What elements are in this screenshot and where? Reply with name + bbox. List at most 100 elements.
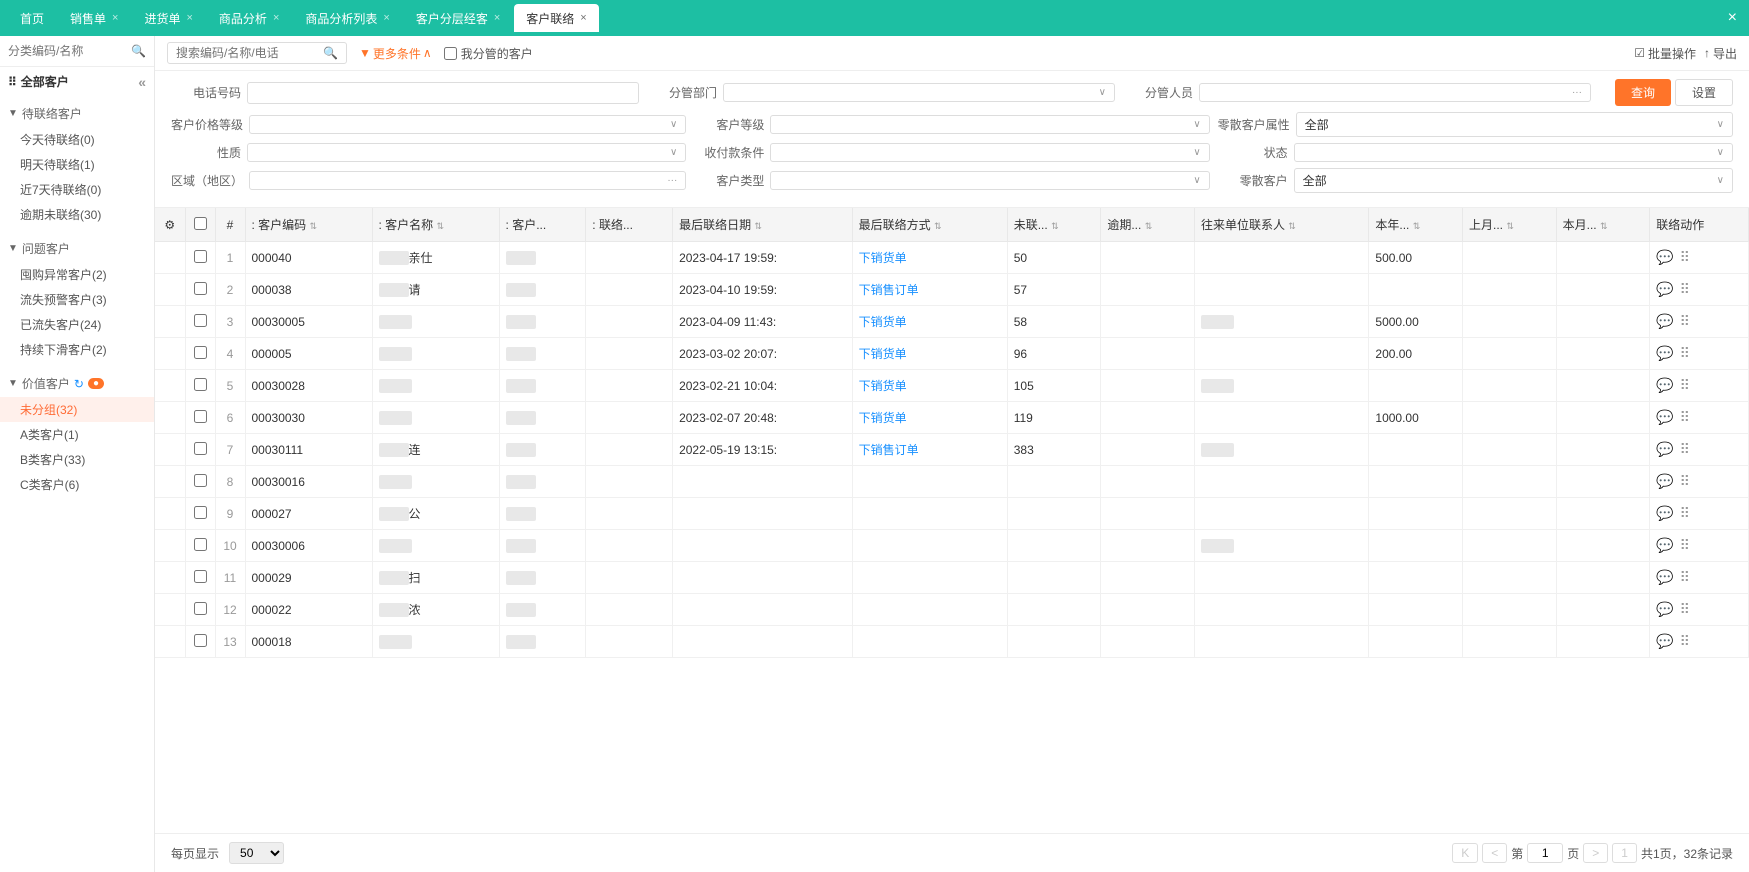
th-type[interactable]: : 客户... [499, 208, 586, 242]
sidebar-search-input[interactable] [8, 44, 127, 58]
sidebar-item-churned[interactable]: 已流失客户(24) [0, 312, 154, 337]
th-no-contact[interactable]: 未联... ⇅ [1007, 208, 1101, 242]
query-button[interactable]: 查询 [1615, 79, 1671, 106]
chat-icon-3[interactable]: 💬 [1656, 345, 1673, 362]
more-icon-5[interactable]: ⠿ [1680, 409, 1690, 426]
th-overdue[interactable]: 逾期... ⇅ [1101, 208, 1195, 242]
tab-customer-contact[interactable]: 客户联络 × [514, 4, 598, 32]
customer-level-select[interactable]: ∨ [770, 115, 1209, 134]
contact-method-link-0[interactable]: 下销货单 [859, 251, 907, 265]
th-this-year[interactable]: 本年... ⇅ [1369, 208, 1463, 242]
chat-icon-4[interactable]: 💬 [1656, 377, 1673, 394]
sidebar-item-tomorrow[interactable]: 明天待联络(1) [0, 152, 154, 177]
more-icon-2[interactable]: ⠿ [1680, 313, 1690, 330]
th-contact[interactable]: : 联络... [586, 208, 673, 242]
manager-input[interactable]: ··· [1199, 83, 1591, 102]
row-check-11[interactable] [194, 602, 207, 615]
batch-op-btn[interactable]: ☑ 批量操作 [1634, 45, 1696, 62]
chat-icon-10[interactable]: 💬 [1656, 569, 1673, 586]
scattered-attr-select[interactable]: 全部 ∨ [1296, 112, 1733, 137]
pending-contact-header[interactable]: ▼ 待联络客户 [0, 100, 154, 127]
row-check-2[interactable] [194, 314, 207, 327]
more-icon-10[interactable]: ⠿ [1680, 569, 1690, 586]
row-check-5[interactable] [194, 410, 207, 423]
contact-method-link-2[interactable]: 下销货单 [859, 315, 907, 329]
row-check-12[interactable] [194, 634, 207, 647]
nature-select[interactable]: ∨ [247, 143, 686, 162]
more-icon-4[interactable]: ⠿ [1680, 377, 1690, 394]
region-select[interactable]: ··· [249, 171, 686, 190]
sidebar-item-overdue[interactable]: 逾期未联络(30) [0, 202, 154, 227]
sidebar-item-churn-warning[interactable]: 流失预警客户(3) [0, 287, 154, 312]
refresh-icon[interactable]: ↻ [74, 377, 84, 391]
sidebar-item-declining[interactable]: 持续下滑客户(2) [0, 337, 154, 362]
filter-search-icon[interactable]: 🔍 [323, 46, 338, 60]
my-customers-checkbox[interactable]: 我分管的客户 [444, 45, 533, 62]
sidebar-all-customers[interactable]: ⠿ 全部客户 « [0, 67, 154, 96]
customer-type-select[interactable]: ∨ [770, 171, 1209, 190]
export-btn[interactable]: ↑ 导出 [1704, 45, 1737, 62]
my-customers-checkbox-input[interactable] [444, 47, 457, 60]
more-conditions-btn[interactable]: ▼ 更多条件 ∧ [359, 45, 432, 62]
close-product-analysis-tab[interactable]: × [273, 12, 279, 24]
sidebar-item-b-class[interactable]: B类客户(33) [0, 447, 154, 472]
tab-product-analysis[interactable]: 商品分析 × [207, 4, 291, 32]
contact-method-link-6[interactable]: 下销售订单 [859, 443, 919, 457]
th-last-month[interactable]: 上月... ⇅ [1463, 208, 1557, 242]
close-all-tabs[interactable]: × [1716, 9, 1749, 27]
sidebar-item-7days[interactable]: 近7天待联络(0) [0, 177, 154, 202]
chat-icon-11[interactable]: 💬 [1656, 601, 1673, 618]
settings-icon[interactable]: ⚙ [164, 218, 175, 232]
row-check-4[interactable] [194, 378, 207, 391]
tab-home[interactable]: 首页 [8, 4, 56, 32]
tab-product-analysis-list[interactable]: 商品分析列表 × [293, 4, 401, 32]
chat-icon-6[interactable]: 💬 [1656, 441, 1673, 458]
contact-method-link-5[interactable]: 下销货单 [859, 411, 907, 425]
row-check-6[interactable] [194, 442, 207, 455]
more-icon-12[interactable]: ⠿ [1680, 633, 1690, 650]
reset-button[interactable]: 设置 [1675, 79, 1733, 106]
close-sales-tab[interactable]: × [112, 12, 118, 24]
th-last-contact-date[interactable]: 最后联络日期 ⇅ [673, 208, 853, 242]
more-icon-6[interactable]: ⠿ [1680, 441, 1690, 458]
sidebar-search-icon[interactable]: 🔍 [131, 44, 146, 58]
scattered-select[interactable]: 全部 ∨ [1294, 168, 1733, 193]
first-page-btn[interactable]: K [1452, 843, 1478, 863]
payment-select[interactable]: ∨ [770, 143, 1209, 162]
problem-customer-header[interactable]: ▼ 问题客户 [0, 235, 154, 262]
dept-select[interactable]: ∨ [723, 83, 1115, 102]
value-customer-header[interactable]: ▼ 价值客户 ↻ ● [0, 370, 154, 397]
th-this-month[interactable]: 本月... ⇅ [1556, 208, 1650, 242]
contact-method-link-1[interactable]: 下销售订单 [859, 283, 919, 297]
last-page-btn[interactable]: 1 [1612, 843, 1637, 863]
row-check-1[interactable] [194, 282, 207, 295]
th-code[interactable]: : 客户编码 ⇅ [245, 208, 372, 242]
chat-icon-9[interactable]: 💬 [1656, 537, 1673, 554]
chat-icon-12[interactable]: 💬 [1656, 633, 1673, 650]
phone-input[interactable] [247, 82, 639, 104]
more-icon-8[interactable]: ⠿ [1680, 505, 1690, 522]
sidebar-item-ungrouped[interactable]: 未分组(32) [0, 397, 154, 422]
row-check-9[interactable] [194, 538, 207, 551]
next-page-btn[interactable]: > [1583, 843, 1608, 863]
sidebar-item-a-class[interactable]: A类客户(1) [0, 422, 154, 447]
row-check-0[interactable] [194, 250, 207, 263]
select-all-checkbox[interactable] [194, 217, 207, 230]
th-last-contact-method[interactable]: 最后联络方式 ⇅ [852, 208, 1007, 242]
tab-customer-segment[interactable]: 客户分层经客 × [404, 4, 512, 32]
more-icon-11[interactable]: ⠿ [1680, 601, 1690, 618]
row-check-10[interactable] [194, 570, 207, 583]
row-check-7[interactable] [194, 474, 207, 487]
th-settings[interactable]: ⚙ [155, 208, 185, 242]
chat-icon-8[interactable]: 💬 [1656, 505, 1673, 522]
chat-icon-5[interactable]: 💬 [1656, 409, 1673, 426]
prev-page-btn[interactable]: < [1482, 843, 1507, 863]
close-customer-segment-tab[interactable]: × [494, 12, 500, 24]
tab-sales[interactable]: 销售单 × [58, 4, 130, 32]
close-purchase-tab[interactable]: × [186, 12, 192, 24]
tab-purchase[interactable]: 进货单 × [132, 4, 204, 32]
more-icon-0[interactable]: ⠿ [1680, 249, 1690, 266]
contact-method-link-4[interactable]: 下销货单 [859, 379, 907, 393]
price-level-select[interactable]: ∨ [249, 115, 686, 134]
close-product-analysis-list-tab[interactable]: × [383, 12, 389, 24]
